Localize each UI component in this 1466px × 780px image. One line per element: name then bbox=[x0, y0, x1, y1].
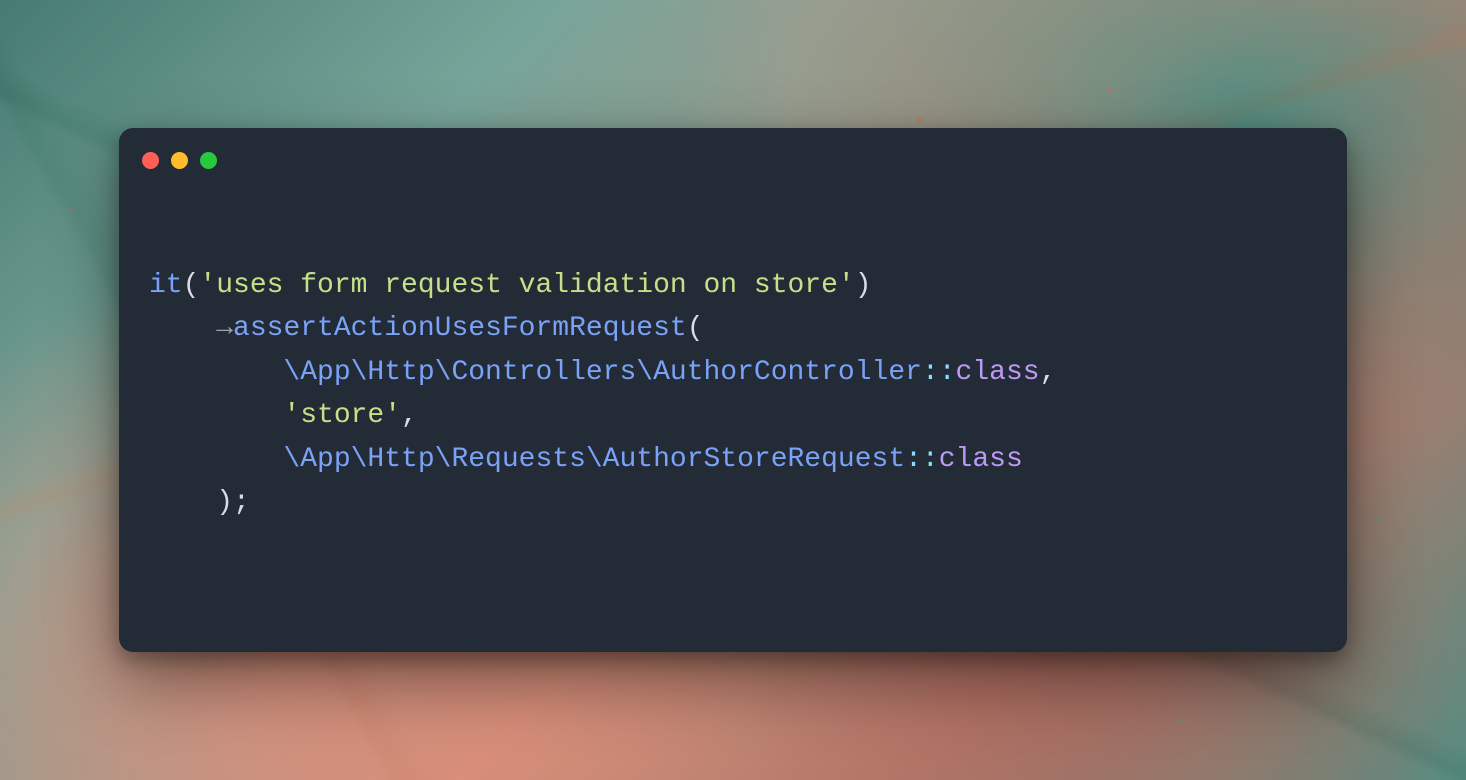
indent bbox=[149, 400, 283, 431]
indent bbox=[149, 444, 283, 475]
double-colon: :: bbox=[922, 357, 956, 388]
indent bbox=[149, 357, 283, 388]
zoom-icon[interactable] bbox=[200, 152, 217, 169]
semicolon: ; bbox=[233, 487, 250, 518]
code-line-5: \App\Http\Requests\AuthorStoreRequest::c… bbox=[149, 444, 1023, 475]
ns-controller: \App\Http\Controllers\AuthorController bbox=[283, 357, 922, 388]
code-block: it('uses form request validation on stor… bbox=[149, 264, 1317, 524]
indent bbox=[149, 313, 216, 344]
string-store: 'store' bbox=[283, 400, 401, 431]
code-line-1: it('uses form request validation on stor… bbox=[149, 270, 872, 301]
string-test-name: 'uses form request validation on store' bbox=[199, 270, 854, 301]
close-icon[interactable] bbox=[142, 152, 159, 169]
window-traffic-lights bbox=[142, 152, 217, 169]
kw-class: class bbox=[939, 444, 1023, 475]
indent bbox=[149, 487, 216, 518]
kw-class: class bbox=[956, 357, 1040, 388]
code-window: it('uses form request validation on stor… bbox=[119, 128, 1347, 652]
paren-close: ) bbox=[216, 487, 233, 518]
arrow-icon: → bbox=[216, 313, 233, 344]
fn-it: it bbox=[149, 270, 183, 301]
comma: , bbox=[401, 400, 418, 431]
code-line-6: ); bbox=[149, 487, 250, 518]
paren-open: ( bbox=[183, 270, 200, 301]
code-line-3: \App\Http\Controllers\AuthorController::… bbox=[149, 357, 1056, 388]
code-line-4: 'store', bbox=[149, 400, 418, 431]
comma: , bbox=[1040, 357, 1057, 388]
paren-close: ) bbox=[855, 270, 872, 301]
paren-open: ( bbox=[687, 313, 704, 344]
code-line-2: →assertActionUsesFormRequest( bbox=[149, 313, 704, 344]
double-colon: :: bbox=[905, 444, 939, 475]
method-assert: assertActionUsesFormRequest bbox=[233, 313, 687, 344]
ns-request: \App\Http\Requests\AuthorStoreRequest bbox=[283, 444, 905, 475]
minimize-icon[interactable] bbox=[171, 152, 188, 169]
